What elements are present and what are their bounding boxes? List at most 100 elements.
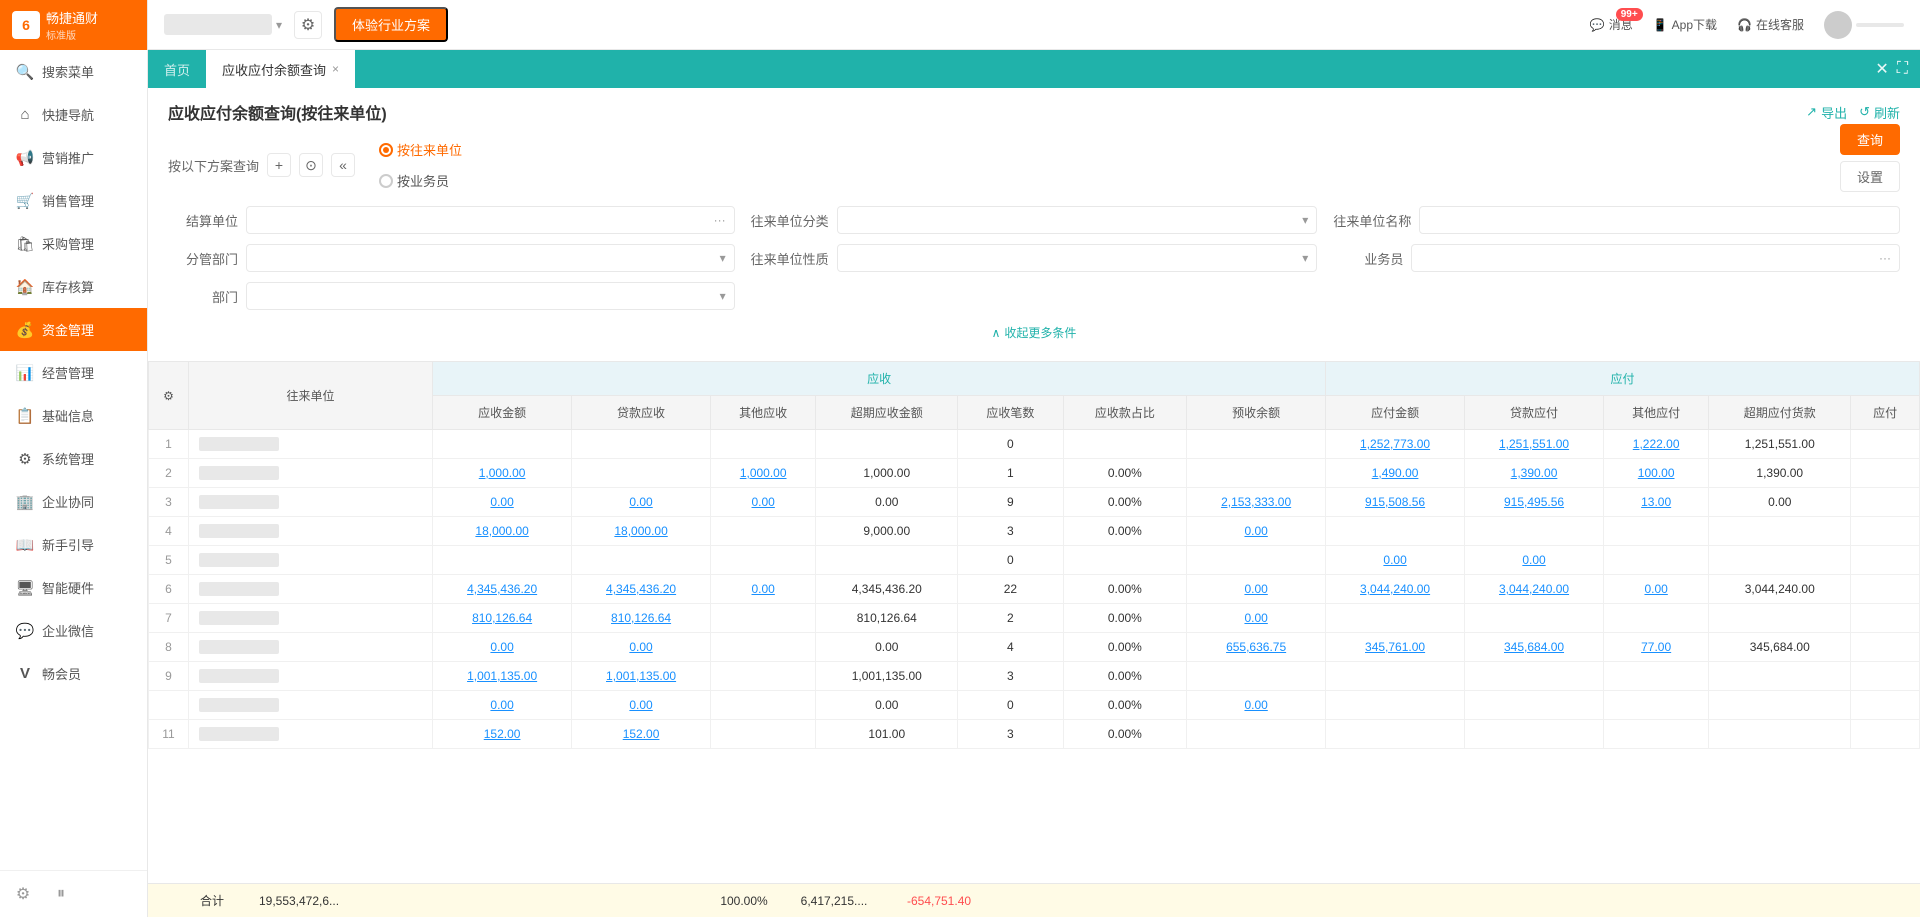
cell-ar-loan[interactable]: 810,126.64 bbox=[572, 604, 711, 633]
sidebar-item-basicinfo[interactable]: 📋 基础信息 bbox=[0, 394, 147, 437]
cell-ap-other[interactable]: 0.00 bbox=[1604, 575, 1709, 604]
company-name-input[interactable] bbox=[1419, 206, 1900, 234]
dept-manager-select[interactable]: ▾ bbox=[246, 244, 735, 272]
cell-ar-other[interactable] bbox=[711, 430, 816, 459]
messages-button[interactable]: 💬 消息 99+ bbox=[1590, 16, 1633, 33]
cell-ap-amount[interactable] bbox=[1326, 691, 1465, 720]
tab-home[interactable]: 首页 bbox=[148, 50, 206, 88]
cell-ap-amount[interactable]: 1,490.00 bbox=[1326, 459, 1465, 488]
table-wrapper[interactable]: ⚙ 往来单位 应收 应付 应收金额 贷款应收 其他应收 超期应收金额 应收笔数 bbox=[148, 361, 1920, 883]
cell-ap-other[interactable] bbox=[1604, 546, 1709, 575]
sidebar-item-hardware[interactable]: 🖥 智能硬件 bbox=[0, 566, 147, 609]
refresh-button[interactable]: ↺ 刷新 bbox=[1859, 103, 1900, 122]
setting-button[interactable]: 设置 bbox=[1840, 161, 1900, 192]
cell-ar-loan[interactable]: 0.00 bbox=[572, 488, 711, 517]
cell-ar-other[interactable]: 0.00 bbox=[711, 488, 816, 517]
cell-ar-amount[interactable]: 0.00 bbox=[433, 633, 572, 662]
search-option-by-company[interactable]: 按往来单位 bbox=[371, 136, 470, 163]
cell-ap-amount[interactable]: 1,252,773.00 bbox=[1326, 430, 1465, 459]
cell-ap-loan[interactable] bbox=[1465, 720, 1604, 749]
tab-close-icon[interactable]: × bbox=[332, 62, 339, 76]
cell-ar-loan[interactable]: 18,000.00 bbox=[572, 517, 711, 546]
cell-ar-amount[interactable]: 4,345,436.20 bbox=[433, 575, 572, 604]
cell-ap-other[interactable] bbox=[1604, 720, 1709, 749]
cell-ar-prepay[interactable]: 0.00 bbox=[1187, 604, 1326, 633]
cell-ap-amount[interactable]: 0.00 bbox=[1326, 546, 1465, 575]
cell-ar-prepay[interactable] bbox=[1187, 430, 1326, 459]
sidebar-item-operations[interactable]: 📊 经营管理 bbox=[0, 351, 147, 394]
collapse-more-conditions[interactable]: ∧ 收起更多条件 bbox=[168, 316, 1900, 349]
cell-ar-loan[interactable] bbox=[572, 546, 711, 575]
sidebar-item-system[interactable]: ⚙ 系统管理 bbox=[0, 437, 147, 480]
scheme-settings-button[interactable]: ⊙ bbox=[299, 153, 323, 177]
cell-ar-amount[interactable]: 152.00 bbox=[433, 720, 572, 749]
query-button[interactable]: 查询 bbox=[1840, 124, 1900, 155]
cell-ap-loan[interactable]: 345,684.00 bbox=[1465, 633, 1604, 662]
cell-ar-prepay[interactable] bbox=[1187, 459, 1326, 488]
cell-ap-amount[interactable] bbox=[1326, 517, 1465, 546]
tab-ar-ap[interactable]: 应收应付余额查询 × bbox=[206, 50, 355, 88]
cell-ar-loan[interactable]: 0.00 bbox=[572, 633, 711, 662]
settings-gear[interactable]: ⚙ bbox=[294, 11, 322, 39]
cell-ar-prepay[interactable]: 0.00 bbox=[1187, 517, 1326, 546]
cell-ap-loan[interactable]: 0.00 bbox=[1465, 546, 1604, 575]
sidebar-item-guide[interactable]: 📖 新手引导 bbox=[0, 523, 147, 566]
promo-button[interactable]: 体验行业方案 bbox=[334, 7, 448, 42]
sidebar-item-wechat[interactable]: 💬 企业微信 bbox=[0, 609, 147, 652]
cell-ap-other[interactable]: 13.00 bbox=[1604, 488, 1709, 517]
export-button[interactable]: ↗ 导出 bbox=[1806, 103, 1847, 122]
sidebar-item-inventory[interactable]: 🏠 库存核算 bbox=[0, 265, 147, 308]
cell-ar-loan[interactable]: 1,001,135.00 bbox=[572, 662, 711, 691]
cell-ar-amount[interactable] bbox=[433, 430, 572, 459]
cell-ar-amount[interactable] bbox=[433, 546, 572, 575]
tab-close-all-icon[interactable]: ✕ bbox=[1875, 59, 1888, 79]
cell-ar-loan[interactable]: 152.00 bbox=[572, 720, 711, 749]
company-category-select[interactable]: ▾ bbox=[837, 206, 1318, 234]
cell-ar-other[interactable] bbox=[711, 546, 816, 575]
user-info[interactable] bbox=[1824, 11, 1904, 39]
cell-ap-loan[interactable] bbox=[1465, 691, 1604, 720]
cell-ar-other[interactable]: 1,000.00 bbox=[711, 459, 816, 488]
cell-ar-other[interactable] bbox=[711, 633, 816, 662]
sidebar-item-finance[interactable]: 💰 资金管理 bbox=[0, 308, 147, 351]
settlement-unit-input[interactable]: ··· bbox=[246, 206, 735, 234]
cell-ar-prepay[interactable]: 2,153,333.00 bbox=[1187, 488, 1326, 517]
cell-ar-loan[interactable] bbox=[572, 430, 711, 459]
sidebar-item-purchase[interactable]: 🛍 采购管理 bbox=[0, 222, 147, 265]
table-settings-icon[interactable]: ⚙ bbox=[163, 389, 174, 403]
company-nature-select[interactable]: ▾ bbox=[837, 244, 1318, 272]
cell-ar-prepay[interactable]: 655,636.75 bbox=[1187, 633, 1326, 662]
cell-ap-amount[interactable] bbox=[1326, 604, 1465, 633]
sidebar-item-search[interactable]: 🔍 搜索菜单 bbox=[0, 50, 147, 93]
cell-ap-loan[interactable] bbox=[1465, 517, 1604, 546]
collapse-panel-button[interactable]: « bbox=[331, 153, 355, 177]
cell-ar-prepay[interactable] bbox=[1187, 662, 1326, 691]
cell-ap-amount[interactable] bbox=[1326, 720, 1465, 749]
cell-ap-other[interactable] bbox=[1604, 691, 1709, 720]
cell-ar-amount[interactable]: 0.00 bbox=[433, 488, 572, 517]
sidebar-item-marketing[interactable]: 📢 营销推广 bbox=[0, 136, 147, 179]
cell-ap-loan[interactable]: 3,044,240.00 bbox=[1465, 575, 1604, 604]
sidebar-item-quicknav[interactable]: ⌂ 快捷导航 bbox=[0, 93, 147, 136]
cell-ap-amount[interactable]: 915,508.56 bbox=[1326, 488, 1465, 517]
cell-ar-amount[interactable]: 810,126.64 bbox=[433, 604, 572, 633]
cell-ar-prepay[interactable]: 0.00 bbox=[1187, 575, 1326, 604]
cell-ap-loan[interactable] bbox=[1465, 604, 1604, 633]
dept-select[interactable]: ▾ bbox=[246, 282, 735, 310]
cell-ar-prepay[interactable]: 0.00 bbox=[1187, 691, 1326, 720]
cell-ap-other[interactable] bbox=[1604, 662, 1709, 691]
add-scheme-button[interactable]: + bbox=[267, 153, 291, 177]
cell-ar-other[interactable] bbox=[711, 720, 816, 749]
cell-ap-loan[interactable]: 1,251,551.00 bbox=[1465, 430, 1604, 459]
cell-ar-other[interactable] bbox=[711, 517, 816, 546]
tab-fullscreen-icon[interactable]: ⛶ bbox=[1897, 60, 1908, 78]
cell-ar-prepay[interactable] bbox=[1187, 546, 1326, 575]
cell-ar-loan[interactable] bbox=[572, 459, 711, 488]
cell-ap-amount[interactable]: 345,761.00 bbox=[1326, 633, 1465, 662]
cell-ar-prepay[interactable] bbox=[1187, 720, 1326, 749]
cell-ap-other[interactable] bbox=[1604, 604, 1709, 633]
search-option-by-staff[interactable]: 按业务员 bbox=[371, 167, 470, 194]
cell-ar-amount[interactable]: 0.00 bbox=[433, 691, 572, 720]
cell-ap-loan[interactable]: 915,495.56 bbox=[1465, 488, 1604, 517]
cell-ar-other[interactable]: 0.00 bbox=[711, 575, 816, 604]
